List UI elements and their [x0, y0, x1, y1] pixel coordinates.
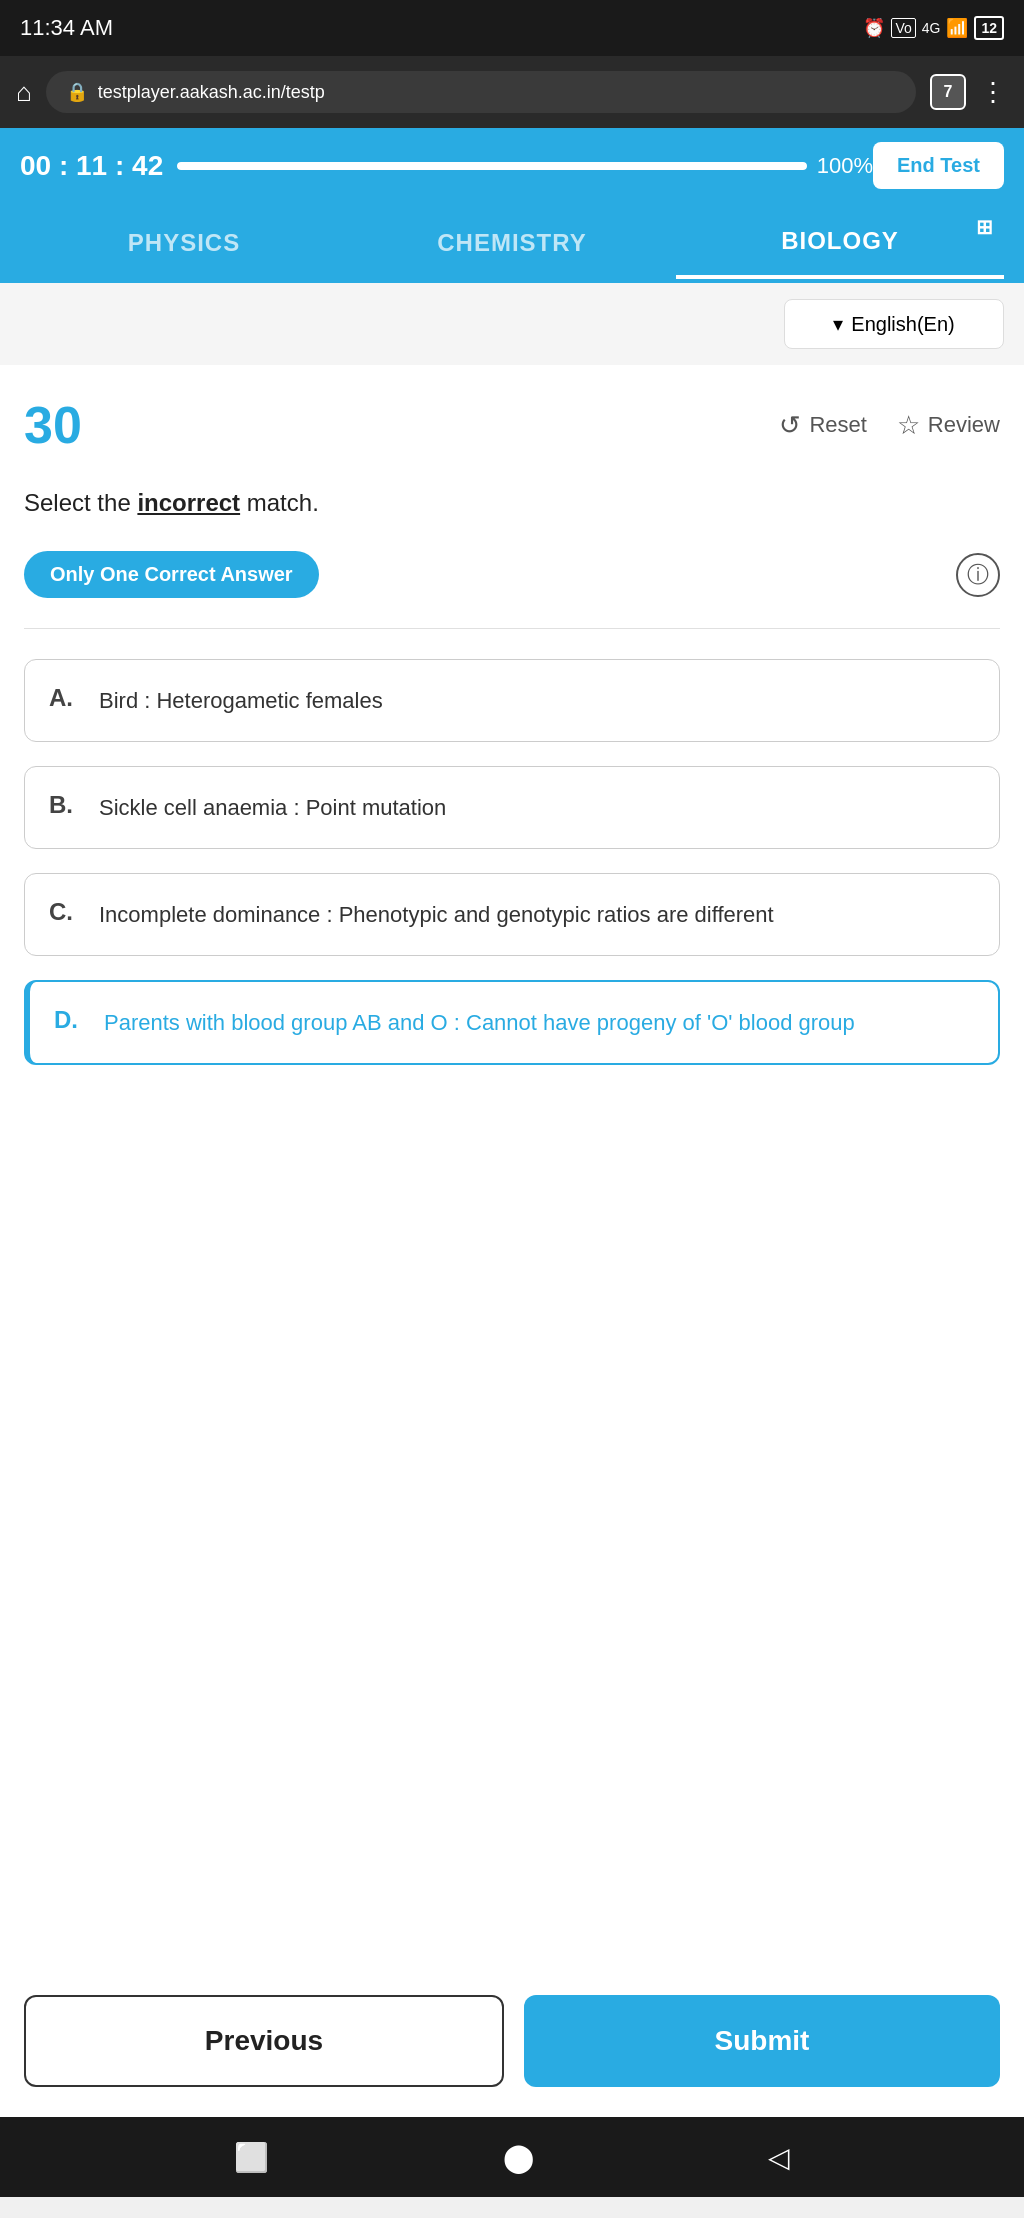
- progress-bar-background: [177, 162, 807, 170]
- question-text-prefix: Select the: [24, 489, 137, 516]
- tab-chemistry[interactable]: CHEMISTRY: [348, 209, 676, 277]
- answer-type-badge: Only One Correct Answer: [24, 551, 319, 598]
- question-area: 30 ↺ Reset ☆ Review Select the incorrect…: [0, 365, 1024, 1965]
- info-icon[interactable]: ⓘ: [956, 553, 1000, 597]
- language-selector[interactable]: ▾ English(En): [784, 299, 1004, 349]
- question-number: 30: [24, 395, 82, 455]
- option-d-label: D.: [54, 1006, 84, 1034]
- progress-bar-fill: [177, 162, 807, 170]
- home-icon[interactable]: ⌂: [16, 77, 32, 108]
- question-text-bold: incorrect: [137, 489, 240, 516]
- url-text: testplayer.aakash.ac.in/testp: [98, 82, 325, 103]
- review-button[interactable]: ☆ Review: [897, 410, 1000, 441]
- browser-bar: ⌂ 🔒 testplayer.aakash.ac.in/testp 7 ⋮: [0, 56, 1024, 128]
- subject-tabs: PHYSICS CHEMISTRY BIOLOGY ⊞: [0, 203, 1024, 283]
- tabs-button[interactable]: 7: [930, 74, 966, 110]
- option-c-label: C.: [49, 898, 79, 926]
- question-text-suffix: match.: [240, 489, 319, 516]
- option-c[interactable]: C. Incomplete dominance : Phenotypic and…: [24, 873, 1000, 956]
- status-bar: 11:34 AM ⏰ Vo 4G 📶 12: [0, 0, 1024, 56]
- answer-type-row: Only One Correct Answer ⓘ: [24, 551, 1000, 598]
- address-bar[interactable]: 🔒 testplayer.aakash.ac.in/testp: [46, 71, 916, 113]
- status-icons: ⏰ Vo 4G 📶 12: [863, 16, 1004, 40]
- tab-biology[interactable]: BIOLOGY ⊞: [676, 207, 1004, 279]
- previous-button[interactable]: Previous: [24, 1995, 504, 2087]
- alarm-icon: ⏰: [863, 17, 885, 39]
- option-b[interactable]: B. Sickle cell anaemia : Point mutation: [24, 766, 1000, 849]
- divider: [24, 628, 1000, 629]
- options-list: A. Bird : Heterogametic females B. Sickl…: [24, 659, 1000, 1065]
- lock-icon: 🔒: [66, 81, 88, 103]
- signal-icon: 📶: [946, 17, 968, 39]
- chevron-down-icon: ▾: [833, 312, 843, 336]
- square-icon[interactable]: ⬜: [234, 2141, 269, 2174]
- lte-icon: 4G: [922, 20, 941, 36]
- menu-icon[interactable]: ⋮: [980, 77, 1008, 108]
- timer-text: 00 : 11 : 42: [20, 150, 163, 182]
- progress-container: 100%: [177, 153, 873, 179]
- option-b-label: B.: [49, 791, 79, 819]
- question-header: 30 ↺ Reset ☆ Review: [24, 395, 1000, 455]
- reset-button[interactable]: ↺ Reset: [779, 410, 866, 441]
- question-text: Select the incorrect match.: [24, 485, 1000, 521]
- grid-icon: ⊞: [976, 215, 994, 239]
- option-a-label: A.: [49, 684, 79, 712]
- bottom-nav-bar: ⬜ ⬤ ◁: [0, 2117, 1024, 2197]
- language-label: English(En): [851, 313, 954, 336]
- reset-icon: ↺: [779, 410, 801, 441]
- home-nav-icon[interactable]: ⬤: [503, 2141, 534, 2174]
- option-a-text: Bird : Heterogametic females: [99, 684, 383, 717]
- progress-percent: 100%: [817, 153, 873, 179]
- end-test-button[interactable]: End Test: [873, 142, 1004, 189]
- top-bar: 00 : 11 : 42 100% End Test: [0, 128, 1024, 203]
- status-time: 11:34 AM: [20, 15, 113, 41]
- tab-physics[interactable]: PHYSICS: [20, 209, 348, 277]
- submit-button[interactable]: Submit: [524, 1995, 1000, 2087]
- nav-buttons: Previous Submit: [0, 1965, 1024, 2117]
- language-bar: ▾ English(En): [0, 283, 1024, 365]
- option-d-text: Parents with blood group AB and O : Cann…: [104, 1006, 855, 1039]
- option-a[interactable]: A. Bird : Heterogametic females: [24, 659, 1000, 742]
- star-icon: ☆: [897, 410, 920, 441]
- option-c-text: Incomplete dominance : Phenotypic and ge…: [99, 898, 774, 931]
- option-b-text: Sickle cell anaemia : Point mutation: [99, 791, 446, 824]
- timer-section: 00 : 11 : 42 100%: [20, 150, 873, 182]
- question-actions: ↺ Reset ☆ Review: [779, 410, 1000, 441]
- battery-indicator: 12: [974, 16, 1004, 40]
- back-icon[interactable]: ◁: [768, 2141, 790, 2174]
- vo-lte-icon: Vo: [891, 18, 915, 38]
- option-d[interactable]: D. Parents with blood group AB and O : C…: [24, 980, 1000, 1065]
